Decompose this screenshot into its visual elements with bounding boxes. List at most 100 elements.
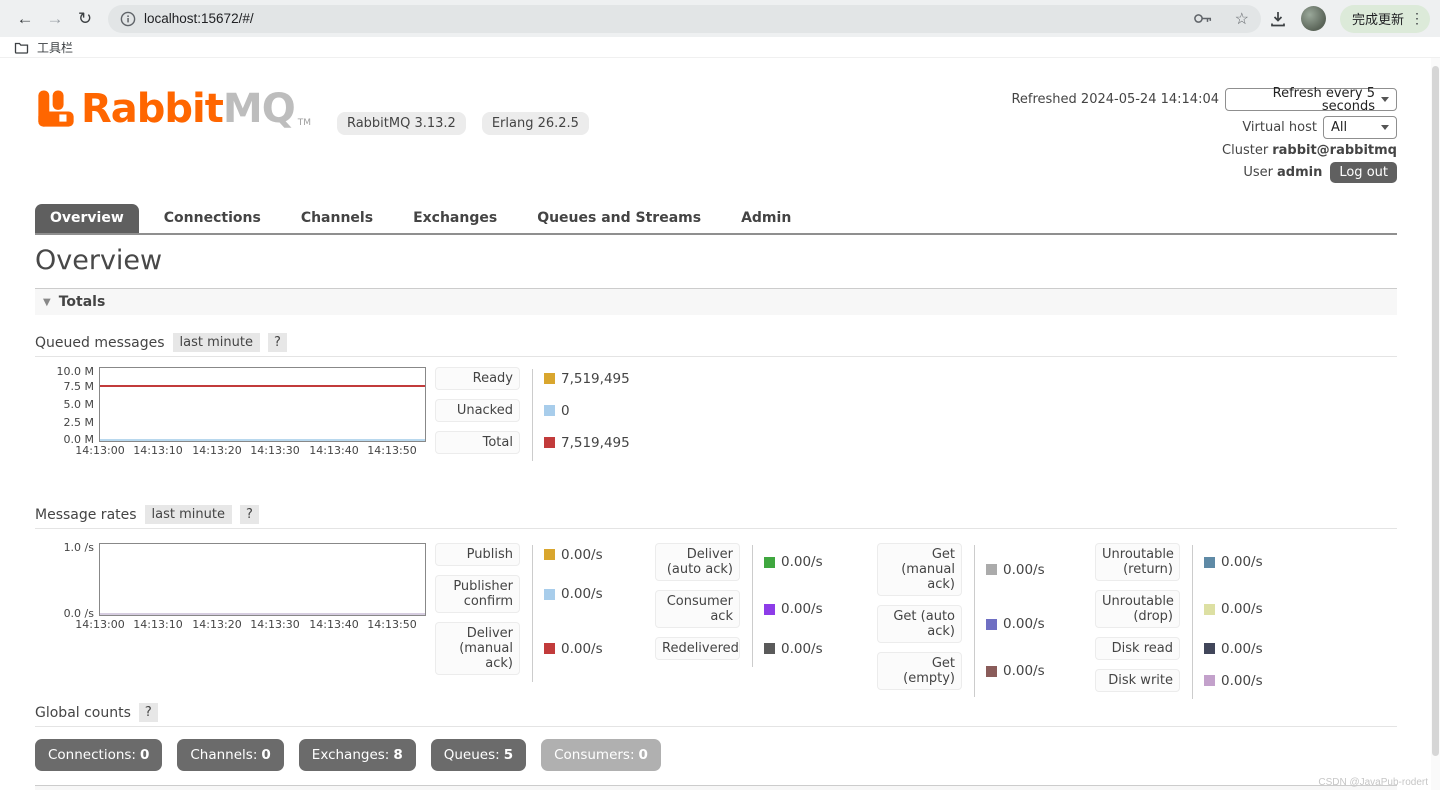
- xtick: 14:13:50: [360, 444, 424, 457]
- global-counts-title: Global counts: [35, 705, 131, 721]
- rates-help-icon[interactable]: ?: [240, 505, 259, 524]
- legend-unroutable-return-label[interactable]: Unroutable (return): [1095, 543, 1180, 581]
- legend-deliver-manual-label[interactable]: Deliver (manual ack): [435, 622, 520, 675]
- message-rates-title: Message rates: [35, 507, 137, 523]
- global-count-buttons: Connections:0 Channels:0 Exchanges:8 Que…: [35, 739, 1397, 771]
- deliver-auto-swatch-icon: [764, 557, 775, 568]
- publish-swatch-icon: [544, 549, 555, 560]
- totals-section-title: Totals: [59, 294, 106, 310]
- vhost-label: Virtual host: [1242, 121, 1317, 134]
- nav-tabs: Overview Connections Channels Exchanges …: [35, 204, 1397, 235]
- tab-admin[interactable]: Admin: [726, 204, 806, 233]
- ytick: 1.0 /s: [64, 541, 94, 554]
- tab-exchanges[interactable]: Exchanges: [398, 204, 512, 233]
- unacked-swatch-icon: [544, 405, 555, 416]
- site-info-icon[interactable]: [120, 11, 136, 27]
- browser-update-label: 完成更新: [1352, 9, 1404, 28]
- legend-consumer-ack-label[interactable]: Consumer ack: [655, 590, 740, 628]
- publisher-confirm-swatch-icon: [544, 589, 555, 600]
- legend-unroutable-drop-label[interactable]: Unroutable (drop): [1095, 590, 1180, 628]
- queued-period-chip[interactable]: last minute: [173, 333, 260, 352]
- password-key-icon[interactable]: [1193, 12, 1213, 25]
- queued-help-icon[interactable]: ?: [268, 333, 287, 352]
- address-bar[interactable]: localhost:15672/#/ ☆: [108, 5, 1261, 33]
- deliver-manual-rate: 0.00/s: [561, 641, 603, 657]
- vhost-select[interactable]: All: [1323, 116, 1397, 139]
- channels-count-button[interactable]: Channels:0: [177, 739, 283, 771]
- get-empty-rate: 0.00/s: [1003, 663, 1045, 679]
- rabbitmq-management-page: RabbitMQ TM RabbitMQ 3.13.2 Erlang 26.2.…: [0, 58, 1440, 790]
- legend-redelivered-label[interactable]: Redelivered: [655, 637, 740, 660]
- rates-legend-col4: Unroutable (return) 0.00/s Unroutable (d…: [1095, 543, 1263, 701]
- legend-get-auto-label[interactable]: Get (auto ack): [877, 605, 962, 643]
- legend-ready-label[interactable]: Ready: [435, 367, 520, 390]
- legend-divider: [532, 545, 533, 682]
- forward-icon[interactable]: →: [40, 9, 70, 29]
- chrome-menu-icon[interactable]: ⋮: [1410, 10, 1424, 27]
- rates-legend-col3: Get (manual ack) 0.00/s Get (auto ack) 0…: [877, 543, 1045, 699]
- vhost-value: All: [1331, 121, 1347, 134]
- csdn-watermark: CSDN @JavaPub-rodert: [1318, 777, 1428, 788]
- bookmark-star-icon[interactable]: ☆: [1235, 9, 1249, 29]
- legend-disk-write-label[interactable]: Disk write: [1095, 669, 1180, 692]
- queues-value: 5: [504, 747, 513, 763]
- legend-divider: [752, 545, 753, 667]
- publisher-confirm-rate: 0.00/s: [561, 586, 603, 602]
- rates-period-chip[interactable]: last minute: [145, 505, 232, 524]
- back-icon[interactable]: ←: [10, 9, 40, 29]
- legend-deliver-auto-label[interactable]: Deliver (auto ack): [655, 543, 740, 581]
- queues-count-button[interactable]: Queues:5: [431, 739, 526, 771]
- publish-rate: 0.00/s: [561, 547, 603, 563]
- get-auto-swatch-icon: [986, 619, 997, 630]
- folder-icon: [14, 41, 29, 54]
- exchanges-count-button[interactable]: Exchanges:8: [299, 739, 416, 771]
- legend-get-manual-label[interactable]: Get (manual ack): [877, 543, 962, 596]
- xtick: 14:13:40: [302, 618, 366, 631]
- legend-get-empty-label[interactable]: Get (empty): [877, 652, 962, 690]
- erlang-version-badge: Erlang 26.2.5: [482, 112, 589, 135]
- tab-connections[interactable]: Connections: [149, 204, 276, 233]
- tab-queues-streams[interactable]: Queues and Streams: [522, 204, 716, 233]
- queued-chart-xaxis: 14:13:00 14:13:10 14:13:20 14:13:30 14:1…: [100, 441, 425, 455]
- xtick: 14:13:00: [68, 444, 132, 457]
- tab-channels[interactable]: Channels: [286, 204, 388, 233]
- brand: RabbitMQ TM RabbitMQ 3.13.2 Erlang 26.2.…: [35, 86, 589, 188]
- connections-count-button[interactable]: Connections:0: [35, 739, 162, 771]
- rates-chart-yaxis: 1.0 /s 0.0 /s: [41, 543, 99, 616]
- global-counts-help-icon[interactable]: ?: [139, 703, 158, 722]
- legend-publisher-confirm-label[interactable]: Publisher confirm: [435, 575, 520, 613]
- legend-divider: [974, 545, 975, 697]
- collapse-triangle-icon: ▼: [43, 297, 51, 308]
- bookmark-folder-label[interactable]: 工具栏: [37, 39, 73, 56]
- ytick: 5.0 M: [64, 398, 94, 411]
- ready-swatch-icon: [544, 373, 555, 384]
- connections-label: Connections:: [48, 747, 136, 763]
- tab-overview[interactable]: Overview: [35, 204, 139, 233]
- legend-disk-read-label[interactable]: Disk read: [1095, 637, 1180, 660]
- logout-button[interactable]: Log out: [1330, 162, 1397, 183]
- brand-rabbit-text: Rabbit: [81, 86, 223, 132]
- xtick: 14:13:00: [68, 618, 132, 631]
- xtick: 14:13:30: [243, 444, 307, 457]
- disk-write-rate: 0.00/s: [1221, 673, 1263, 689]
- browser-update-button[interactable]: 完成更新 ⋮: [1340, 5, 1430, 33]
- disk-write-swatch-icon: [1204, 675, 1215, 686]
- consumers-count-button[interactable]: Consumers:0: [541, 739, 661, 771]
- nodes-section-header[interactable]: ▼ Nodes: [35, 785, 1397, 790]
- legend-unacked-label[interactable]: Unacked: [435, 399, 520, 422]
- legend-publish-label[interactable]: Publish: [435, 543, 520, 566]
- chevron-down-icon: [1381, 125, 1389, 130]
- chevron-down-icon: [1381, 97, 1389, 102]
- xtick: 14:13:20: [185, 444, 249, 457]
- disk-read-rate: 0.00/s: [1221, 641, 1263, 657]
- rabbitmq-logo-icon[interactable]: [35, 88, 77, 130]
- downloads-icon[interactable]: [1269, 10, 1287, 28]
- refresh-interval-select[interactable]: Refresh every 5 seconds: [1225, 88, 1397, 111]
- profile-avatar[interactable]: [1301, 6, 1326, 31]
- get-manual-rate: 0.00/s: [1003, 562, 1045, 578]
- legend-total-label[interactable]: Total: [435, 431, 520, 454]
- queued-messages-chart: 14:13:00 14:13:10 14:13:20 14:13:30 14:1…: [99, 367, 426, 442]
- disk-read-swatch-icon: [1204, 643, 1215, 654]
- reload-icon[interactable]: ↻: [70, 9, 100, 29]
- totals-section-header[interactable]: ▼ Totals: [35, 288, 1397, 315]
